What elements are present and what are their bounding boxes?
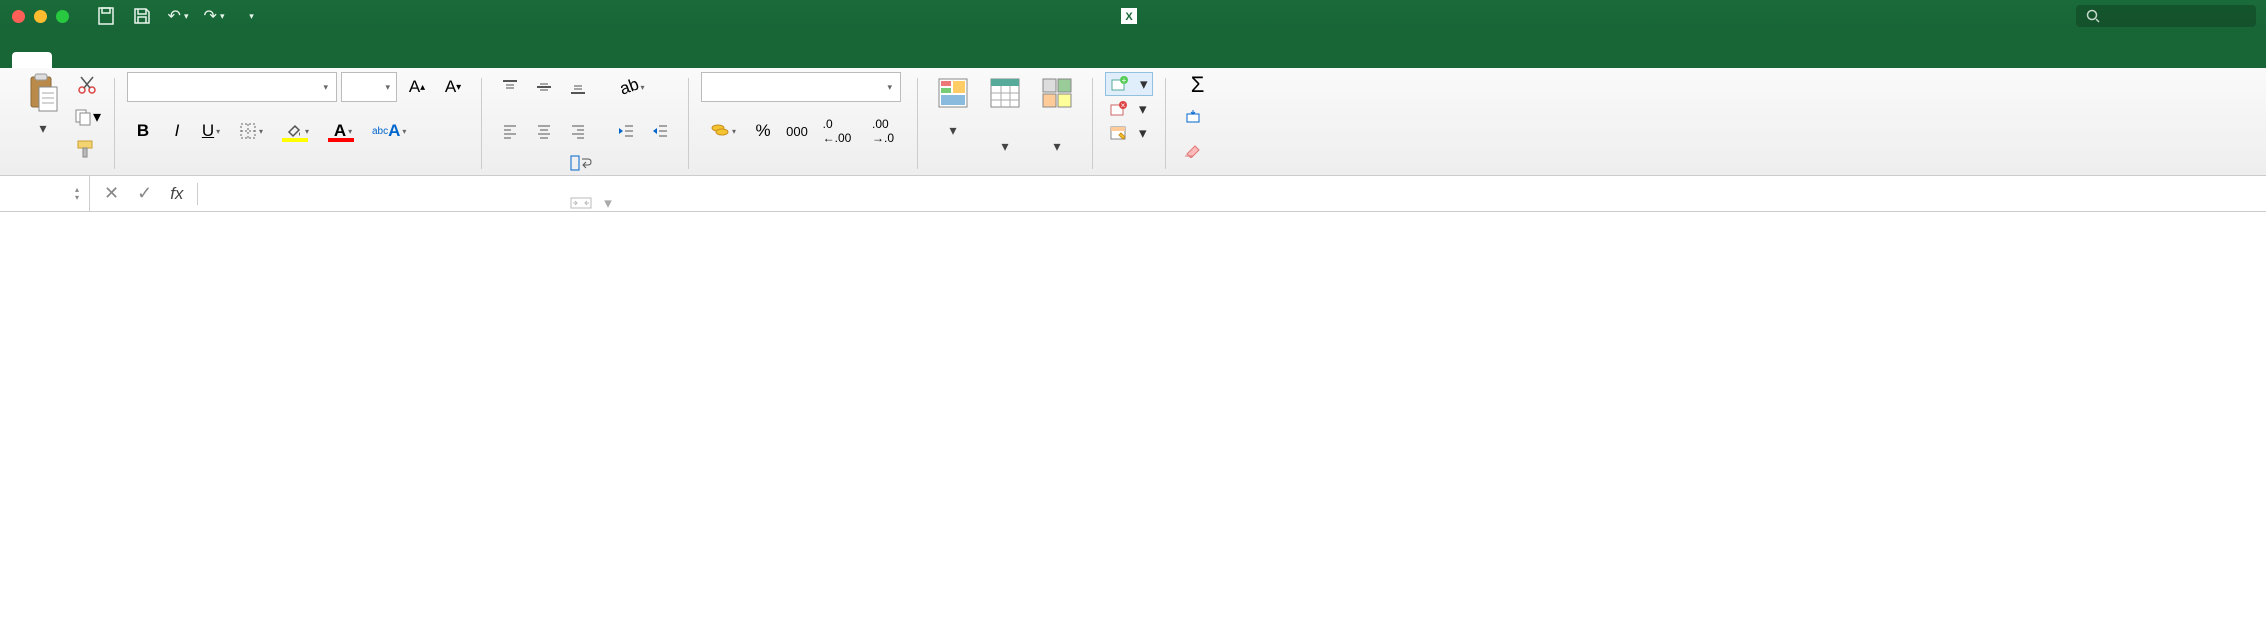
decrease-font-button[interactable]: A▾ [437,72,469,102]
quick-access-toolbar: ↶▾ ↷▾ ▾ [89,4,267,28]
close-window-icon[interactable] [12,10,25,23]
redo-icon[interactable]: ↷▾ [197,4,231,28]
fx-icon[interactable]: fx [170,184,183,204]
spreadsheet-grid[interactable] [0,212,2266,618]
save-icon[interactable] [125,4,159,28]
fill-button[interactable] [1178,104,1208,130]
svg-text:+: + [1122,76,1127,85]
document-title: X [1120,7,1146,25]
orientation-button[interactable]: ab▾ [610,72,654,102]
namebox-stepper-icon[interactable]: ▴▾ [75,186,79,202]
cancel-formula-button[interactable]: ✕ [104,183,119,204]
align-right-button[interactable] [562,116,594,146]
paste-icon [24,74,62,112]
tab-layout[interactable] [92,52,132,68]
group-cells: +▾ ×▾ ▾ [1093,72,1165,175]
cell-styles-button[interactable]: ▾ [1034,72,1080,157]
align-top-button[interactable] [494,72,526,102]
cond-fmt-icon [934,74,972,112]
format-painter-button[interactable] [72,136,102,162]
ribbon: ▾ ▾ ▾ ▾ A▴ A▾ B I U▾ ▾ ▾ A▾ [0,68,2266,176]
delete-cell-icon: × [1109,101,1127,117]
autosave-icon[interactable] [89,4,123,28]
clear-button[interactable] [1178,136,1208,162]
align-center-button[interactable] [528,116,560,146]
bold-button[interactable]: B [127,116,159,146]
decrease-indent-button[interactable] [610,116,642,146]
accept-formula-button[interactable]: ✓ [137,183,152,204]
excel-doc-icon: X [1120,7,1138,25]
tab-data[interactable] [172,52,212,68]
italic-button[interactable]: I [161,116,193,146]
currency-button[interactable]: ▾ [701,116,745,146]
autosum-button[interactable]: Σ [1178,72,1218,98]
format-cells-button[interactable]: ▾ [1105,122,1151,144]
underline-button[interactable]: U▾ [195,116,227,146]
align-left-button[interactable] [494,116,526,146]
increase-font-button[interactable]: A▴ [401,72,433,102]
chevron-down-icon: ▾ [39,120,46,137]
increase-indent-button[interactable] [644,116,676,146]
group-font: ▾ ▾ A▴ A▾ B I U▾ ▾ ▾ A▾ abcA▾ [115,72,481,175]
group-clipboard: ▾ ▾ [8,72,114,175]
ribbon-tabs [0,32,2266,68]
group-alignment: ab▾ ▾ [482,72,688,175]
tab-home[interactable] [12,52,52,68]
decrease-decimal-button[interactable]: .00→.0 [861,116,905,146]
table-fmt-icon [986,74,1024,112]
borders-button[interactable]: ▾ [229,116,273,146]
window-controls [0,10,69,23]
wrap-text-icon [570,154,592,172]
phonetic-button[interactable]: abcA▾ [367,116,411,146]
comma-style-button[interactable]: 000 [781,116,813,146]
delete-cells-button[interactable]: ×▾ [1105,98,1151,120]
insert-cells-button[interactable]: +▾ [1105,72,1153,96]
number-format-select[interactable]: ▾ [701,72,901,102]
insert-cell-icon: + [1110,76,1128,92]
align-middle-button[interactable] [528,72,560,102]
paste-button[interactable]: ▾ [20,72,66,139]
group-styles: ▾ ▾ ▾ [918,72,1092,175]
group-number: ▾ ▾ % 000 .0←.00 .00→.0 [689,72,917,175]
formula-bar: ▴▾ ✕ ✓ fx [0,176,2266,212]
wrap-text-button[interactable] [562,146,606,180]
font-size-select[interactable]: ▾ [341,72,397,102]
tab-review[interactable] [212,52,252,68]
tab-insert[interactable] [52,52,92,68]
align-bottom-button[interactable] [562,72,594,102]
titlebar: ↶▾ ↷▾ ▾ X [0,0,2266,32]
fill-color-button[interactable]: ▾ [275,116,319,146]
increase-decimal-button[interactable]: .0←.00 [815,116,859,146]
tab-formulas[interactable] [132,52,172,68]
group-editing: Σ [1166,72,1230,175]
merge-icon [570,194,592,212]
cut-button[interactable] [72,72,102,98]
conditional-formatting-button[interactable]: ▾ [930,72,976,141]
maximize-window-icon[interactable] [56,10,69,23]
search-input[interactable] [2076,5,2256,27]
percent-button[interactable]: % [747,116,779,146]
tab-view[interactable] [252,52,292,68]
font-name-select[interactable]: ▾ [127,72,337,102]
cell-styles-icon [1038,74,1076,112]
font-color-button[interactable]: A▾ [321,116,365,146]
minimize-window-icon[interactable] [34,10,47,23]
svg-text:X: X [1125,11,1133,23]
qat-customize-icon[interactable]: ▾ [233,4,267,28]
merge-center-button[interactable]: ▾ [562,186,620,220]
copy-button[interactable]: ▾ [72,104,102,130]
format-as-table-button[interactable]: ▾ [982,72,1028,157]
format-cell-icon [1109,125,1127,141]
name-box[interactable]: ▴▾ [0,176,90,211]
search-icon [2086,9,2100,23]
undo-icon[interactable]: ↶▾ [161,4,195,28]
svg-text:×: × [1121,101,1126,110]
